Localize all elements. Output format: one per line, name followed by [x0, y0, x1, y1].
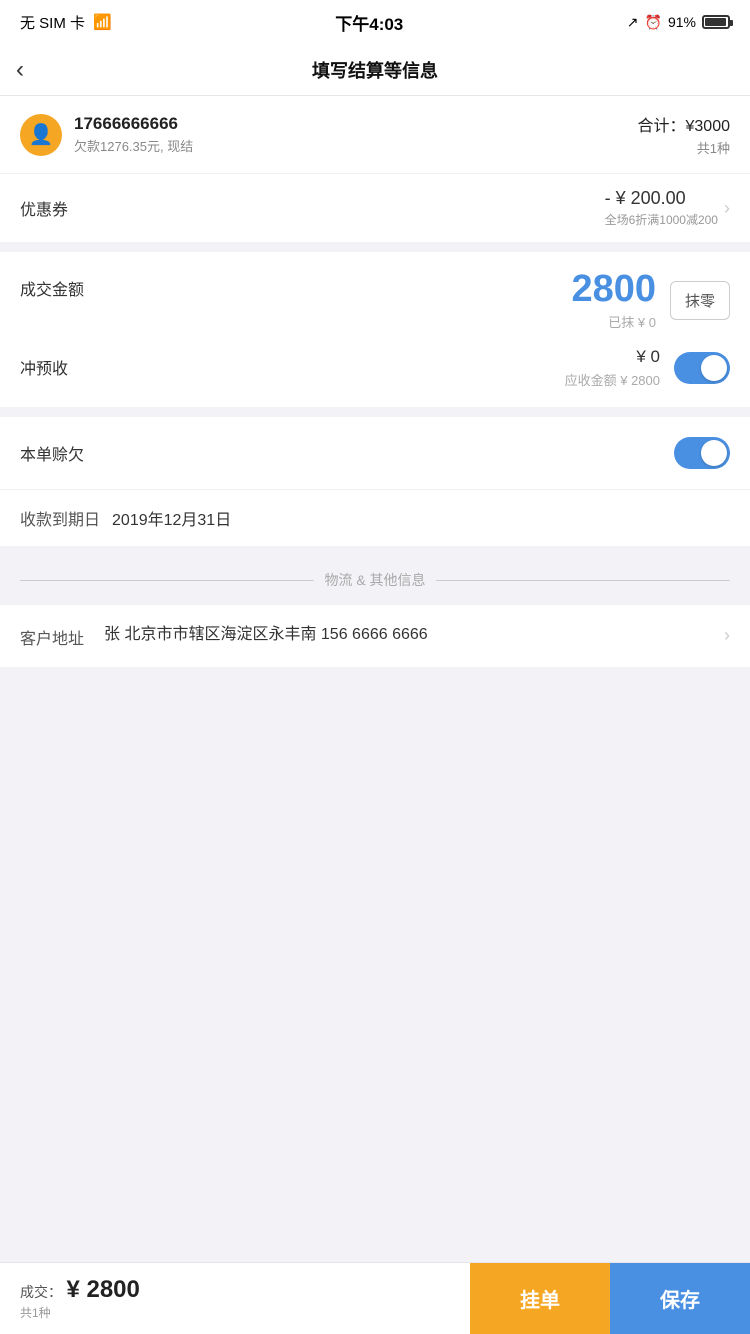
coupon-label: 优惠券: [20, 196, 68, 220]
main-content: 👤 17666666666 欠款1276.35元, 现结 合计：¥3000 共1…: [0, 96, 750, 827]
address-row[interactable]: 客户地址 张 北京市市辖区海淀区永丰南 156 6666 6666 ›: [0, 604, 750, 667]
logistics-header: 物流 & 其他信息: [0, 556, 750, 604]
amount-row: 成交金额 2800 已抹 ¥ 0 抹零: [0, 252, 750, 337]
prereceive-value-block: ¥ 0 应收金额 ¥ 2800: [565, 347, 660, 389]
footer-amount-block: 成交： ¥ 2800 共1种: [0, 1276, 470, 1321]
arrearage-card: 本单赊欠 收款到期日 2019年12月31日: [0, 417, 750, 546]
prereceive-value: ¥ 0: [565, 347, 660, 367]
bottom-gray-area: [0, 667, 750, 827]
status-left: 无 SIM 卡 📶: [20, 12, 112, 33]
coupon-desc: 全场6折满1000减200: [605, 211, 718, 228]
chevron-right-icon: ›: [724, 198, 730, 219]
user-left: 👤 17666666666 欠款1276.35元, 现结: [20, 114, 193, 156]
user-total: 合计：¥3000: [638, 112, 731, 136]
arrearage-label: 本单赊欠: [20, 441, 84, 465]
location-icon: ↗: [627, 14, 639, 31]
avatar: 👤: [20, 114, 62, 156]
arrearage-row: 本单赊欠: [0, 417, 750, 489]
coupon-right: - ¥ 200.00 全场6折满1000减200 ›: [605, 188, 730, 228]
alarm-icon: ⏰: [645, 14, 662, 31]
footer-amount-row: 成交： ¥ 2800: [20, 1276, 450, 1304]
prereceive-toggle[interactable]: [674, 352, 730, 384]
battery-percent: 91%: [668, 14, 696, 30]
hold-order-button[interactable]: 挂单: [470, 1263, 610, 1334]
logistics-line-left: [20, 580, 314, 581]
arrearage-toggle[interactable]: [674, 437, 730, 469]
due-date-label: 收款到期日: [20, 506, 100, 530]
logistics-label: 物流 & 其他信息: [324, 570, 425, 590]
address-label: 客户地址: [20, 623, 84, 649]
logistics-line-right: [436, 580, 730, 581]
address-value: 张 北京市市辖区海淀区永丰南 156 6666 6666: [104, 623, 716, 647]
footer-amount-label: 成交：: [20, 1284, 62, 1300]
battery-icon: [702, 15, 730, 29]
amount-sub-value: 已抹 ¥ 0: [571, 312, 656, 331]
coupon-value: - ¥ 200.00: [605, 188, 718, 209]
coupon-row[interactable]: 优惠券 - ¥ 200.00 全场6折满1000减200 ›: [0, 173, 750, 242]
prereceive-row: 冲预收 ¥ 0 应收金额 ¥ 2800: [0, 337, 750, 407]
footer-bar: 成交： ¥ 2800 共1种 挂单 保存: [0, 1262, 750, 1334]
prereceive-sub: 应收金额 ¥ 2800: [565, 370, 660, 389]
back-button[interactable]: ‹: [16, 56, 24, 84]
avatar-icon: 👤: [29, 122, 54, 147]
amount-right: 2800 已抹 ¥ 0 抹零: [571, 270, 730, 331]
status-bar: 无 SIM 卡 📶 下午4:03 ↗ ⏰ 91%: [0, 0, 750, 44]
amount-big-value: 2800: [571, 270, 656, 308]
user-phone: 17666666666: [74, 114, 193, 134]
prereceive-right: ¥ 0 应收金额 ¥ 2800: [565, 347, 730, 389]
prereceive-label: 冲预收: [20, 347, 68, 379]
user-right: 合计：¥3000 共1种: [638, 112, 731, 157]
footer-count: 共1种: [20, 1304, 450, 1321]
footer-amount-value: ¥ 2800: [66, 1276, 139, 1303]
round-zero-button[interactable]: 抹零: [670, 281, 730, 320]
due-date-value: 2019年12月31日: [112, 506, 231, 530]
carrier-text: 无 SIM 卡: [20, 12, 85, 33]
user-info: 17666666666 欠款1276.35元, 现结: [74, 114, 193, 155]
amount-label: 成交金额: [20, 270, 84, 300]
coupon-value-block: - ¥ 200.00 全场6折满1000减200: [605, 188, 718, 228]
status-time: 下午4:03: [335, 10, 403, 35]
due-date-row: 收款到期日 2019年12月31日: [0, 489, 750, 546]
page-title: 填写结算等信息: [312, 57, 438, 83]
wifi-icon: 📶: [93, 13, 112, 31]
address-chevron-icon: ›: [724, 623, 730, 646]
status-right: ↗ ⏰ 91%: [627, 14, 730, 31]
user-count: 共1种: [638, 138, 731, 157]
amount-value-block: 2800 已抹 ¥ 0: [571, 270, 656, 331]
user-sub-info: 欠款1276.35元, 现结: [74, 136, 193, 155]
nav-bar: ‹ 填写结算等信息: [0, 44, 750, 96]
user-row: 👤 17666666666 欠款1276.35元, 现结 合计：¥3000 共1…: [0, 96, 750, 173]
save-button[interactable]: 保存: [610, 1263, 750, 1334]
amount-card: 成交金额 2800 已抹 ¥ 0 抹零 冲预收 ¥ 0 应收金额 ¥ 2800: [0, 252, 750, 407]
user-card: 👤 17666666666 欠款1276.35元, 现结 合计：¥3000 共1…: [0, 96, 750, 242]
